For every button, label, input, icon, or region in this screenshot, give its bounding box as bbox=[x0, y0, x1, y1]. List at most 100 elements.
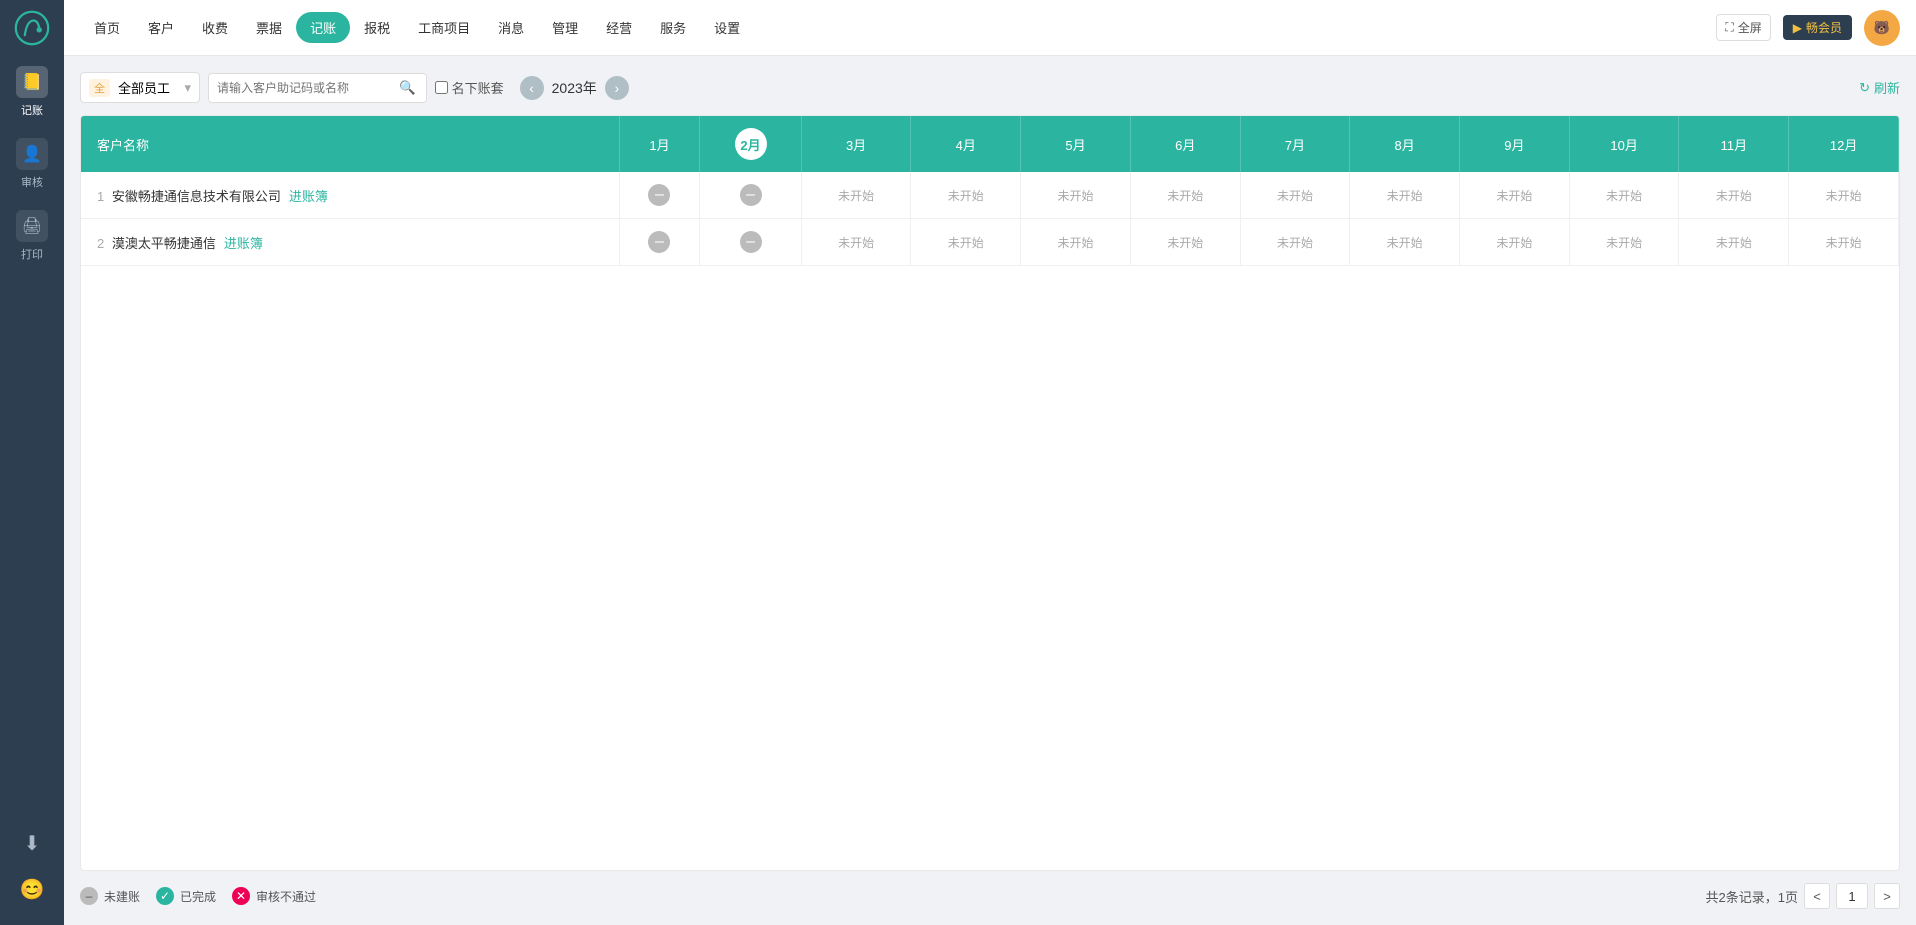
month-cell-9: 未开始 bbox=[1460, 219, 1570, 266]
status-not-started: 未开始 bbox=[1716, 236, 1752, 250]
legend-completed: ✓ 已完成 bbox=[156, 887, 216, 905]
sidebar-item-shenhe[interactable]: 👤 审核 bbox=[0, 128, 64, 200]
month-cell-10: 未开始 bbox=[1569, 172, 1679, 219]
col-month-4: 4月 bbox=[911, 116, 1021, 172]
month-cell-11: 未开始 bbox=[1679, 219, 1789, 266]
table-row: 1 安徽畅捷通信息技术有限公司进账簿––未开始未开始未开始未开始未开始未开始未开… bbox=[81, 172, 1899, 219]
month-cell-3: 未开始 bbox=[801, 172, 911, 219]
prev-page-button[interactable]: < bbox=[1804, 883, 1830, 909]
refresh-icon: ↻ bbox=[1859, 80, 1870, 96]
nav-settings[interactable]: 设置 bbox=[700, 12, 754, 43]
fullscreen-button[interactable]: ⛶ 全屏 bbox=[1716, 14, 1770, 41]
month-cell-2: – bbox=[700, 172, 801, 219]
legend-dot-teal: ✓ bbox=[156, 887, 174, 905]
nav-jizh[interactable]: 记账 bbox=[296, 12, 350, 43]
nav-manage[interactable]: 管理 bbox=[538, 12, 592, 43]
legend-dot-gray: – bbox=[80, 887, 98, 905]
legend-not-started: – 未建账 bbox=[80, 887, 140, 905]
col-month-11: 11月 bbox=[1679, 116, 1789, 172]
month-cell-10: 未开始 bbox=[1569, 219, 1679, 266]
col-month-6: 6月 bbox=[1130, 116, 1240, 172]
customer-cell: 1 安徽畅捷通信息技术有限公司进账簿 bbox=[81, 172, 619, 219]
sidebar-item-jizh[interactable]: 📒 记账 bbox=[0, 56, 64, 128]
col-month-10: 10月 bbox=[1569, 116, 1679, 172]
download-icon[interactable]: ⬇ bbox=[12, 823, 52, 863]
col-month-2: 2月 bbox=[700, 116, 801, 172]
dropdown-arrow-icon: ▾ bbox=[184, 80, 191, 96]
pagination: 共2条记录，1页 < > bbox=[1706, 883, 1900, 909]
avatar[interactable]: 🐻 bbox=[1864, 10, 1900, 46]
status-not-started: 未开始 bbox=[1716, 189, 1752, 203]
topnav: 首页 客户 收费 票据 记账 报税 工商项目 消息 管理 经营 服务 设置 ⛶ … bbox=[64, 0, 1916, 56]
employee-select[interactable]: 全 全部员工 ▾ bbox=[80, 72, 200, 103]
mingxia-checkbox[interactable] bbox=[435, 81, 448, 94]
month-cell-3: 未开始 bbox=[801, 219, 911, 266]
topnav-right: ⛶ 全屏 ▶ 畅会员 🐻 bbox=[1716, 10, 1900, 46]
nav-tax[interactable]: 报税 bbox=[350, 12, 404, 43]
status-not-started: 未开始 bbox=[1496, 236, 1532, 250]
month-cell-4: 未开始 bbox=[911, 172, 1021, 219]
page-number-input[interactable] bbox=[1836, 883, 1868, 909]
next-page-button[interactable]: > bbox=[1874, 883, 1900, 909]
row-number: 1 bbox=[97, 189, 108, 204]
nav-message[interactable]: 消息 bbox=[484, 12, 538, 43]
month-cell-1: – bbox=[619, 172, 700, 219]
nav-business[interactable]: 工商项目 bbox=[404, 12, 484, 43]
main-table: 客户名称1月2月3月4月5月6月7月8月9月10月11月12月 1 安徽畅捷通信… bbox=[81, 116, 1899, 266]
search-input[interactable] bbox=[209, 75, 389, 101]
col-month-9: 9月 bbox=[1460, 116, 1570, 172]
table-row: 2 漠澳太平畅捷通信进账簿 – – 未开始 未开始 未开始 未开始 未开始 未开始 未开始 未开始 未… bbox=[81, 219, 1899, 266]
status-not-started: 未开始 bbox=[948, 236, 984, 250]
app-logo bbox=[0, 0, 64, 56]
enter-link[interactable]: 进账簿 bbox=[289, 189, 328, 204]
status-not-started: 未开始 bbox=[838, 236, 874, 250]
col-month-1: 1月 bbox=[619, 116, 700, 172]
enter-link[interactable]: 进账簿 bbox=[224, 236, 263, 251]
status-dash-icon: – bbox=[648, 184, 670, 206]
status-not-started: 未开始 bbox=[1496, 189, 1532, 203]
month-cell-2: – bbox=[700, 219, 801, 266]
vip-icon: ▶ bbox=[1793, 21, 1802, 35]
content: 全 全部员工 ▾ 🔍 名下账套 ‹ 2023年 › ↻ 刷新 bbox=[64, 56, 1916, 925]
help-icon[interactable]: 😊 bbox=[12, 869, 52, 909]
status-not-started: 未开始 bbox=[1058, 236, 1094, 250]
year-nav: ‹ 2023年 › bbox=[520, 76, 629, 100]
nav-operation[interactable]: 经营 bbox=[592, 12, 646, 43]
customer-name: 漠澳太平畅捷通信 bbox=[112, 236, 216, 251]
dayin-icon: 🖨 bbox=[16, 210, 48, 242]
vip-button[interactable]: ▶ 畅会员 bbox=[1783, 15, 1852, 40]
refresh-button[interactable]: ↻ 刷新 bbox=[1859, 78, 1900, 97]
col-month-12: 12月 bbox=[1789, 116, 1899, 172]
status-not-started: 未开始 bbox=[1606, 189, 1642, 203]
nav-home[interactable]: 首页 bbox=[80, 12, 134, 43]
month-cell-8: 未开始 bbox=[1350, 219, 1460, 266]
employee-tag: 全 bbox=[89, 79, 110, 97]
month-cell-5: 未开始 bbox=[1021, 219, 1131, 266]
toolbar: 全 全部员工 ▾ 🔍 名下账套 ‹ 2023年 › ↻ 刷新 bbox=[80, 72, 1900, 103]
month-cell-7: 未开始 bbox=[1240, 219, 1350, 266]
month-cell-8: 未开始 bbox=[1350, 172, 1460, 219]
search-wrap: 🔍 bbox=[208, 73, 427, 103]
status-dash-icon: – bbox=[740, 184, 762, 206]
prev-year-button[interactable]: ‹ bbox=[520, 76, 544, 100]
next-year-button[interactable]: › bbox=[605, 76, 629, 100]
status-not-started: 未开始 bbox=[1277, 236, 1313, 250]
month-cell-12: 未开始 bbox=[1789, 219, 1899, 266]
status-not-started: 未开始 bbox=[1387, 189, 1423, 203]
nav-fee[interactable]: 收费 bbox=[188, 12, 242, 43]
row-number: 2 bbox=[97, 236, 108, 251]
sidebar-item-dayin[interactable]: 🖨 打印 bbox=[0, 200, 64, 272]
col-month-3: 3月 bbox=[801, 116, 911, 172]
month-cell-6: 未开始 bbox=[1130, 219, 1240, 266]
jizh-icon: 📒 bbox=[16, 66, 48, 98]
search-button[interactable]: 🔍 bbox=[389, 74, 426, 102]
status-not-started: 未开始 bbox=[1606, 236, 1642, 250]
nav-customer[interactable]: 客户 bbox=[134, 12, 188, 43]
checkbox-mingxia[interactable]: 名下账套 bbox=[435, 78, 504, 97]
status-dash-icon: – bbox=[648, 231, 670, 253]
pagination-total: 共2条记录，1页 bbox=[1706, 887, 1798, 906]
nav-service[interactable]: 服务 bbox=[646, 12, 700, 43]
sidebar: 📒 记账 👤 审核 🖨 打印 ⬇ 😊 bbox=[0, 0, 64, 925]
main-wrapper: 首页 客户 收费 票据 记账 报税 工商项目 消息 管理 经营 服务 设置 ⛶ … bbox=[64, 0, 1916, 925]
nav-invoice[interactable]: 票据 bbox=[242, 12, 296, 43]
